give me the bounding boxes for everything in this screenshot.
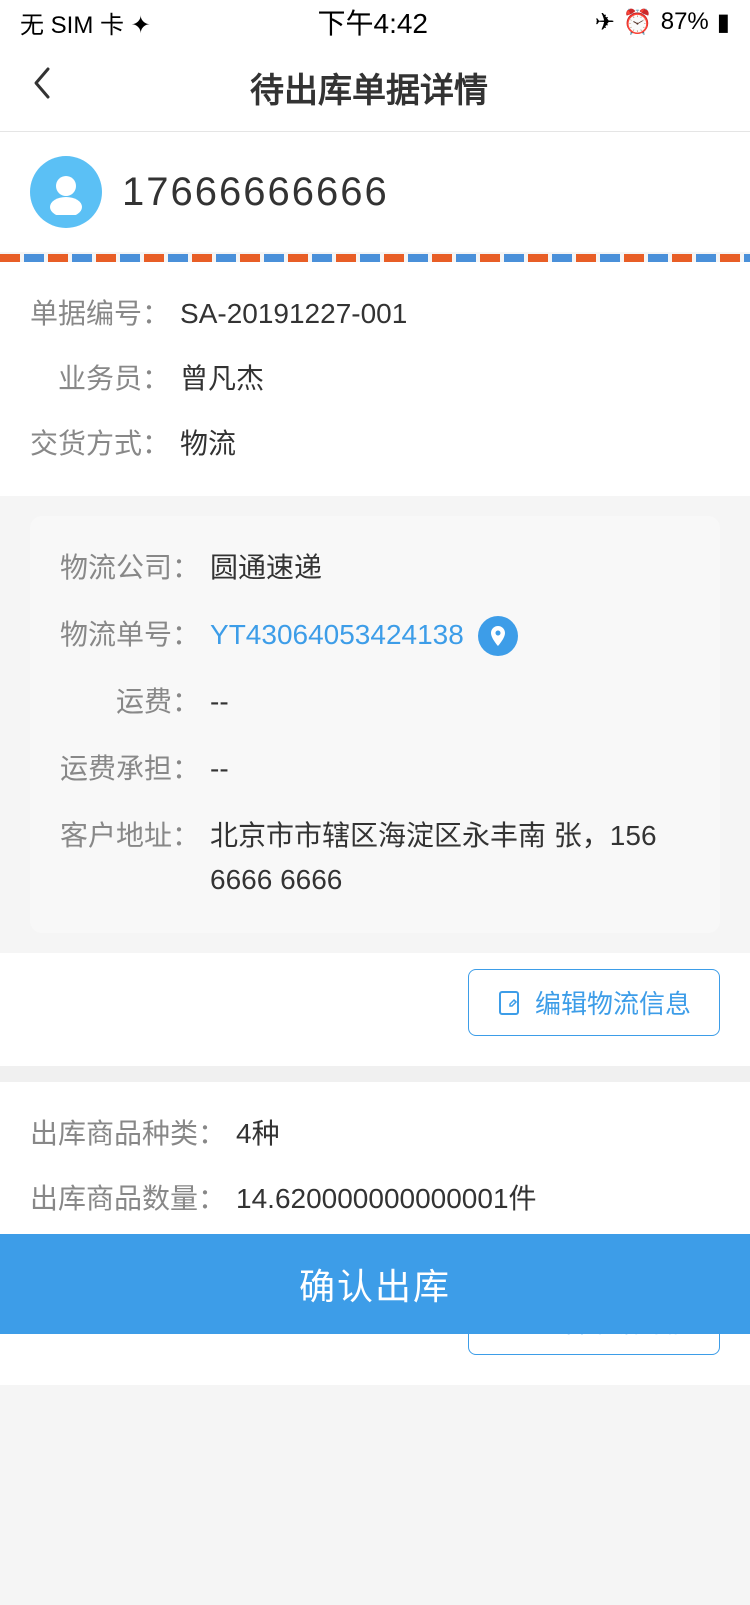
logistics-freight-row: 运费： --: [60, 680, 690, 725]
goods-types-row: 出库商品种类： 4种: [30, 1112, 720, 1157]
section-divider: [0, 1066, 750, 1082]
status-left: 无 SIM 卡 ✦: [20, 5, 151, 40]
salesman-value: 曾凡杰: [180, 357, 720, 402]
page-title: 待出库单据详情: [74, 63, 664, 112]
doc-number-label: 单据编号：: [30, 292, 180, 337]
tracking-location-icon[interactable]: [478, 616, 518, 656]
status-bar: 无 SIM 卡 ✦ 下午4:42 ✈ ⏰ 87% ▮: [0, 0, 750, 44]
delivery-value: 物流: [180, 422, 720, 467]
logistics-address-label: 客户地址：: [60, 814, 210, 859]
goods-quantity-label: 出库商品数量：: [30, 1177, 236, 1222]
logistics-freight-bear-label: 运费承担：: [60, 747, 210, 792]
nav-bar: 待出库单据详情: [0, 44, 750, 132]
logistics-tracking-label: 物流单号：: [60, 613, 210, 658]
edit-icon: [497, 989, 525, 1017]
goods-types-value: 4种: [236, 1112, 720, 1157]
logistics-freight-value: --: [210, 680, 690, 725]
bottom-spacer: [0, 1385, 750, 1505]
back-button[interactable]: [30, 53, 74, 122]
logistics-company-value: 圆通速递: [210, 546, 690, 591]
logistics-company-row: 物流公司： 圆通速递: [60, 546, 690, 591]
decorative-divider: [0, 254, 750, 262]
delivery-row: 交货方式： 物流: [30, 422, 720, 467]
battery-status: 87%: [661, 8, 709, 36]
location-status-icon: ✈: [595, 8, 615, 37]
logistics-tracking-value: YT43064053424138: [210, 613, 690, 658]
goods-quantity-row: 出库商品数量： 14.620000000000001件: [30, 1177, 720, 1222]
avatar: [30, 156, 102, 228]
customer-phone-section: 17666666666: [0, 132, 750, 252]
confirm-button-label: 确认出库: [299, 1258, 451, 1310]
salesman-label: 业务员：: [30, 357, 180, 402]
logistics-card: 物流公司： 圆通速递 物流单号： YT43064053424138 运费： --…: [30, 516, 720, 933]
goods-types-label: 出库商品种类：: [30, 1112, 236, 1157]
logistics-freight-bear-value: --: [210, 747, 690, 792]
sim-status: 无 SIM 卡 ✦: [20, 5, 151, 40]
customer-phone: 17666666666: [122, 170, 389, 215]
logistics-address-row: 客户地址： 北京市市辖区海淀区永丰南 张，156 6666 6666: [60, 814, 690, 904]
edit-logistics-label: 编辑物流信息: [535, 984, 691, 1021]
logistics-address-value: 北京市市辖区海淀区永丰南 张，156 6666 6666: [210, 814, 690, 904]
doc-number-value: SA-20191227-001: [180, 292, 720, 337]
goods-quantity-value: 14.620000000000001件: [236, 1177, 720, 1222]
logistics-company-label: 物流公司：: [60, 546, 210, 591]
status-time: 下午4:42: [318, 2, 429, 42]
status-right: ✈ ⏰ 87% ▮: [595, 8, 730, 37]
logistics-freight-bear-row: 运费承担： --: [60, 747, 690, 792]
delivery-label: 交货方式：: [30, 422, 180, 467]
goods-section: 出库商品种类： 4种 出库商品数量： 14.620000000000001件: [0, 1082, 750, 1252]
battery-icon: ▮: [717, 8, 730, 37]
doc-number-row: 单据编号： SA-20191227-001: [30, 292, 720, 337]
salesman-row: 业务员： 曾凡杰: [30, 357, 720, 402]
logistics-tracking-row: 物流单号： YT43064053424138: [60, 613, 690, 658]
basic-info-section: 单据编号： SA-20191227-001 业务员： 曾凡杰 交货方式： 物流: [0, 262, 750, 496]
edit-logistics-button[interactable]: 编辑物流信息: [468, 969, 720, 1036]
edit-logistics-row: 编辑物流信息: [0, 953, 750, 1066]
logistics-freight-label: 运费：: [60, 680, 210, 725]
alarm-icon: ⏰: [623, 8, 653, 37]
confirm-button[interactable]: 确认出库: [0, 1234, 750, 1334]
